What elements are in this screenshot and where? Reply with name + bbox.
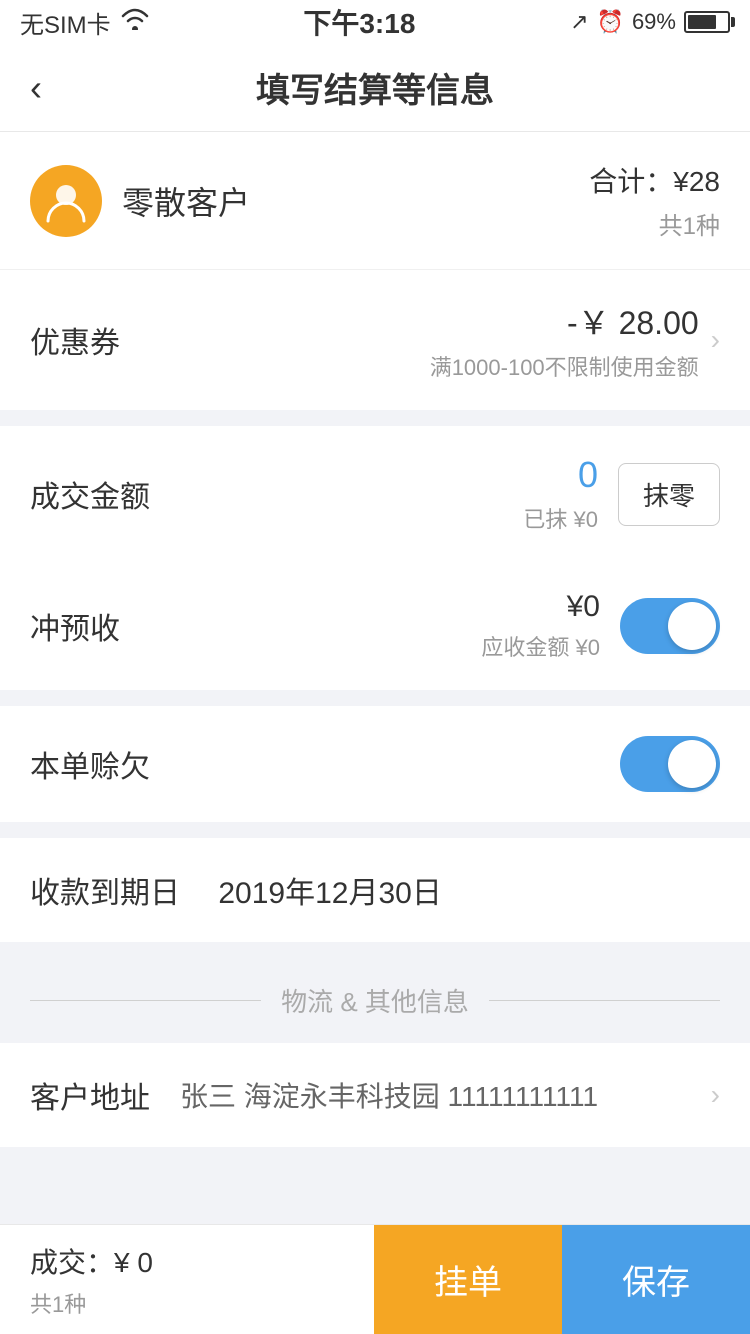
- save-button[interactable]: 保存: [562, 1225, 750, 1334]
- coupon-label: 优惠券: [30, 318, 120, 362]
- address-row[interactable]: 客户地址 张三 海淀永丰科技园 11111111111 ›: [0, 1043, 750, 1147]
- coupon-discount: -￥ 28.00: [430, 298, 699, 344]
- credit-label: 本单赊欠: [30, 742, 150, 786]
- advance-sub: 应收金额 ¥0: [481, 630, 600, 662]
- address-chevron-icon: ›: [711, 1079, 720, 1111]
- customer-right: 合计：¥28 共1种: [589, 160, 720, 241]
- logistics-divider: 物流 & 其他信息: [0, 958, 750, 1043]
- coupon-chevron-icon: ›: [711, 324, 720, 356]
- bottom-deal-label: 成交：: [30, 1247, 114, 1278]
- coupon-row[interactable]: 优惠券 -￥ 28.00 满1000-100不限制使用金额 ›: [0, 269, 750, 410]
- carrier-label: 无SIM卡: [20, 5, 111, 40]
- advance-toggle[interactable]: [620, 598, 720, 654]
- customer-name: 零散客户: [122, 178, 250, 224]
- deal-amount-right: 0 已抹 ¥0 抹零: [523, 454, 720, 534]
- logistics-label: 物流 & 其他信息: [281, 982, 469, 1019]
- coupon-description: 满1000-100不限制使用金额: [430, 350, 699, 382]
- status-time: 下午3:18: [303, 2, 415, 42]
- bottom-summary: 成交：¥ 0 共1种: [0, 1241, 374, 1319]
- round-zero-button[interactable]: 抹零: [618, 463, 720, 526]
- customer-section: 零散客户 合计：¥28 共1种 优惠券 -￥ 28.00 满1000-100不限…: [0, 132, 750, 410]
- wifi-icon: [121, 8, 149, 37]
- advance-label: 冲预收: [30, 604, 120, 648]
- bottom-deal-row: 成交：¥ 0: [30, 1241, 344, 1281]
- deal-amount-label: 成交金额: [30, 472, 150, 516]
- nav-bar: ‹ 填写结算等信息: [0, 44, 750, 132]
- deal-amount-value: 0: [523, 454, 598, 496]
- hold-order-button[interactable]: 挂单: [374, 1225, 562, 1334]
- total-amount: 合计：¥28: [589, 160, 720, 200]
- due-date-section: 收款到期日 2019年12月30日: [0, 838, 750, 942]
- coupon-right: -￥ 28.00 满1000-100不限制使用金额 ›: [430, 298, 720, 382]
- logistics-line-left: [30, 1000, 261, 1001]
- total-count: 共1种: [589, 206, 720, 241]
- credit-toggle[interactable]: [620, 736, 720, 792]
- customer-left: 零散客户: [30, 165, 250, 237]
- bottom-deal-value: ¥ 0: [114, 1247, 153, 1278]
- status-left: 无SIM卡: [20, 5, 149, 40]
- alarm-icon: ⏰: [597, 9, 624, 35]
- status-bar: 无SIM卡 下午3:18 ↗ ⏰ 69%: [0, 0, 750, 44]
- deal-amount-section: 成交金额 0 已抹 ¥0 抹零: [0, 426, 750, 562]
- deal-amount-row: 成交金额 0 已抹 ¥0 抹零: [30, 426, 720, 562]
- credit-section: 本单赊欠: [0, 706, 750, 822]
- address-label: 客户地址: [30, 1073, 150, 1117]
- coupon-info: -￥ 28.00 满1000-100不限制使用金额: [430, 298, 699, 382]
- bottom-bar: 成交：¥ 0 共1种 挂单 保存: [0, 1224, 750, 1334]
- avatar: [30, 165, 102, 237]
- advance-right: ¥0 应收金额 ¥0: [481, 590, 720, 662]
- deal-amount-sub: 已抹 ¥0: [523, 502, 598, 534]
- advance-row: 冲预收 ¥0 应收金额 ¥0: [0, 562, 750, 690]
- address-value: 张三 海淀永丰科技园 11111111111: [180, 1075, 711, 1115]
- bottom-count: 共1种: [30, 1287, 344, 1319]
- advance-value: ¥0: [481, 590, 600, 624]
- customer-row: 零散客户 合计：¥28 共1种: [0, 132, 750, 269]
- back-button[interactable]: ‹: [30, 67, 42, 109]
- battery-icon: [684, 11, 730, 33]
- page-title: 填写结算等信息: [256, 63, 494, 112]
- due-date-value: 2019年12月30日: [218, 877, 441, 910]
- due-date-label: 收款到期日: [30, 877, 180, 910]
- location-icon: ↗: [570, 9, 588, 35]
- logistics-line-right: [489, 1000, 720, 1001]
- advance-amount: ¥0 应收金额 ¥0: [481, 590, 600, 662]
- status-right: ↗ ⏰ 69%: [570, 9, 730, 35]
- deal-section: 成交金额 0 已抹 ¥0 抹零 冲预收 ¥0 应收金额 ¥0: [0, 426, 750, 690]
- battery-percent: 69%: [632, 9, 676, 35]
- deal-amount-info: 0 已抹 ¥0: [523, 454, 598, 534]
